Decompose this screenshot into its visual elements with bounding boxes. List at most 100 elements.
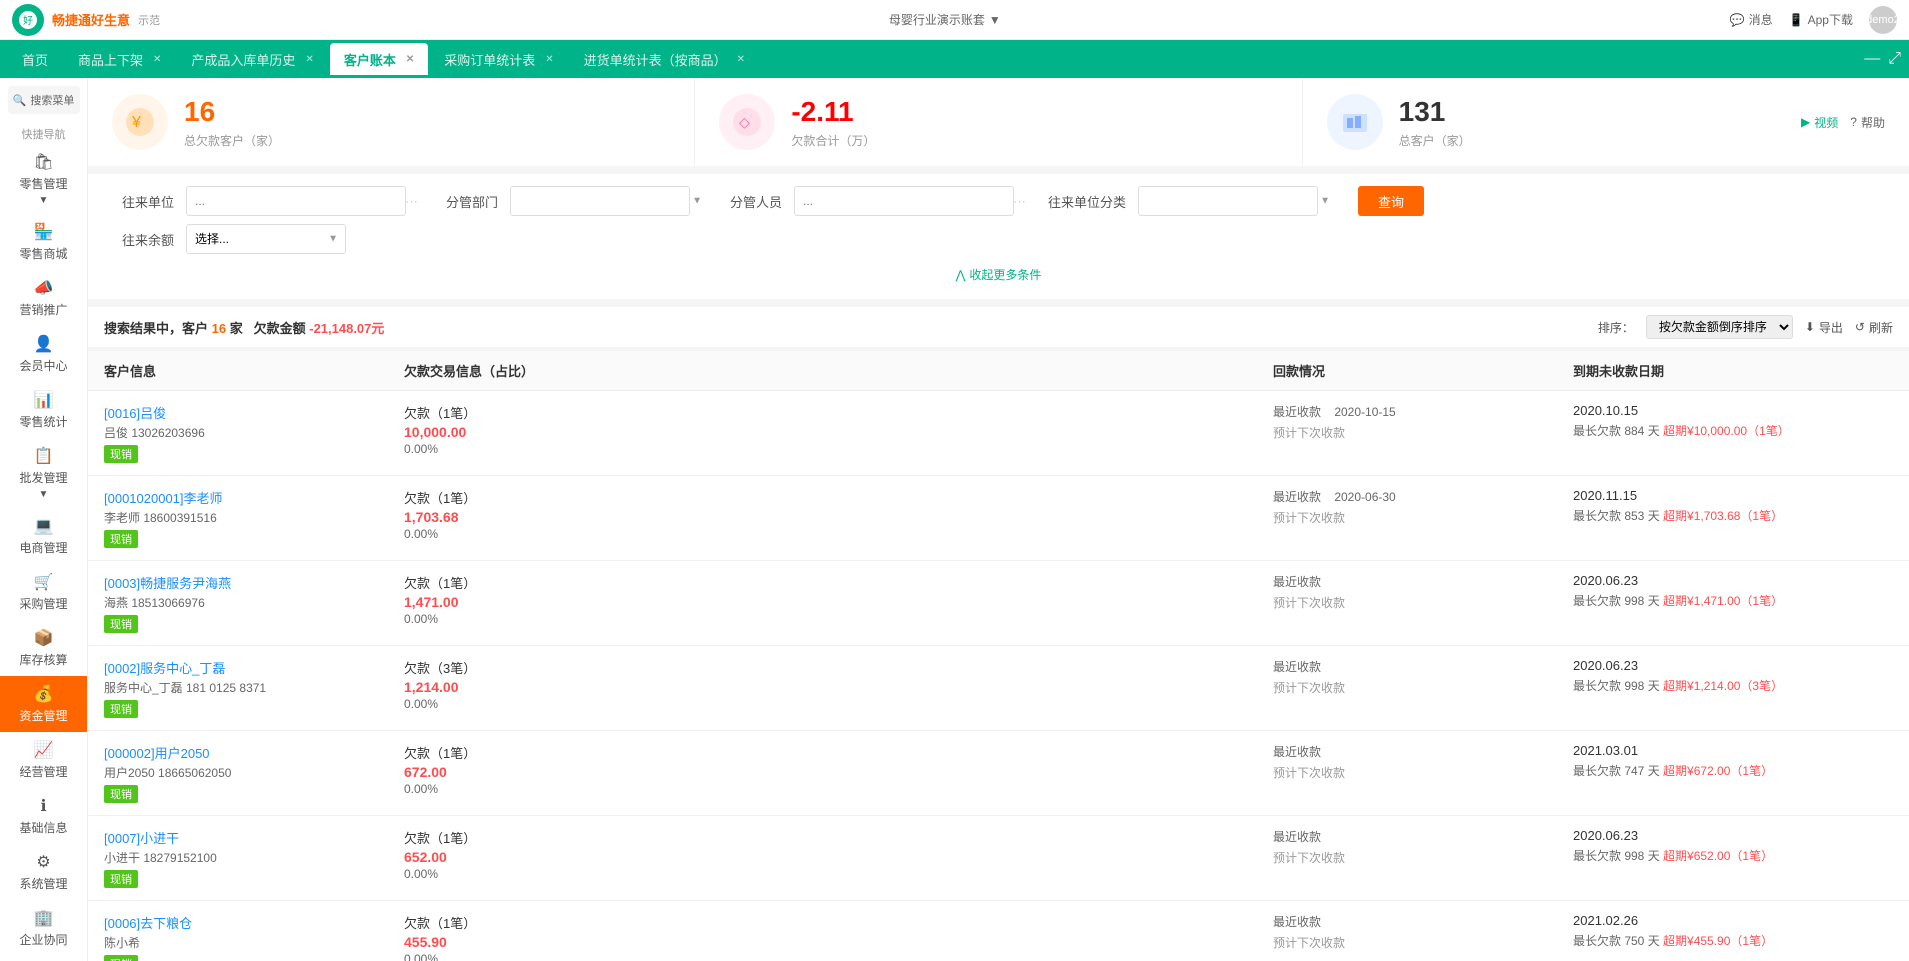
sidebar-item-operations[interactable]: 📈 经营管理 (0, 732, 87, 788)
next-payment-1: 预计下次收款 (1273, 424, 1573, 441)
customer-name-5[interactable]: [000002]用户2050 (104, 743, 404, 762)
customer-tag-6: 现销 (104, 870, 138, 888)
user-avatar[interactable]: demo2 (1869, 6, 1897, 34)
last-payment-1: 最近收款 2020-10-15 (1273, 403, 1573, 420)
sidebar-item-system[interactable]: ⚙ 系统管理 (0, 844, 87, 900)
debt-info-6: 欠款（1笔） 652.00 0.00% (404, 828, 1273, 881)
tab-purchase-stats-close[interactable]: ✕ (737, 54, 745, 65)
overdue-link-2[interactable]: 超期¥1,703.68（1笔） (1663, 509, 1783, 523)
tab-home-label: 首页 (22, 50, 48, 69)
overdue-days-7: 最长欠款 750 天 超期¥455.90（1笔） (1573, 932, 1893, 949)
customer-name-2[interactable]: [0001020001]李老师 (104, 488, 404, 507)
sort-select[interactable]: 按欠款金额倒序排序 (1646, 315, 1793, 339)
result-summary: 搜索结果中，客户 16 家 欠款金额 -21,148.07元 (104, 318, 384, 337)
customer-name-1[interactable]: [0016]吕俊 (104, 403, 404, 422)
tab-product-shelf[interactable]: 商品上下架 ✕ (64, 43, 175, 75)
overdue-info-1: 2020.10.15 最长欠款 884 天 超期¥10,000.00（1笔） (1573, 403, 1893, 439)
tab-purchase-order[interactable]: 采购订单统计表 ✕ (430, 43, 567, 75)
overdue-link-3[interactable]: 超期¥1,471.00（1笔） (1663, 594, 1783, 608)
overdue-days-5: 最长欠款 747 天 超期¥672.00（1笔） (1573, 762, 1893, 779)
store-selector[interactable]: 母婴行业演示账套 ▼ (889, 11, 1001, 28)
sidebar-item-retail-stats[interactable]: 📊 零售统计 (0, 382, 87, 438)
tab-purchase-stats[interactable]: 进货单统计表（按商品） ✕ (570, 43, 759, 75)
due-date-2: 2020.11.15 (1573, 488, 1893, 503)
customer-name-4[interactable]: [0002]服务中心_丁磊 (104, 658, 404, 677)
balance-select[interactable]: 选择... (186, 224, 346, 254)
sidebar-item-ecommerce[interactable]: 💻 电商管理 (0, 508, 87, 564)
overdue-days-3: 最长欠款 998 天 超期¥1,471.00（1笔） (1573, 592, 1893, 609)
help-btn[interactable]: ? 帮助 (1850, 114, 1885, 131)
tab-purchase-order-close[interactable]: ✕ (545, 54, 553, 65)
table-row: [0001020001]李老师 李老师 18600391516 现销 欠款（1笔… (88, 476, 1909, 561)
retail-mgmt-icon: 🛍 (33, 152, 53, 172)
due-date-6: 2020.06.23 (1573, 828, 1893, 843)
debt-info-2: 欠款（1笔） 1,703.68 0.00% (404, 488, 1273, 541)
overdue-link-4[interactable]: 超期¥1,214.00（3笔） (1663, 679, 1783, 693)
export-btn[interactable]: ⬇ 导出 (1805, 319, 1843, 336)
due-date-5: 2021.03.01 (1573, 743, 1893, 758)
main-layout: 🔍 搜索菜单 快捷导航 🛍 零售管理 ▼ 🏪 零售商城 📣 营销推广 👤 会员中… (0, 78, 1909, 961)
sidebar-item-marketing[interactable]: 📣 营销推广 (0, 270, 87, 326)
tab-product-shelf-close[interactable]: ✕ (153, 54, 161, 65)
app-download-btn[interactable]: 📱 App下载 (1789, 11, 1853, 28)
manager-label: 分管人员 (722, 192, 782, 211)
sidebar-item-inventory[interactable]: 📦 库存核算 (0, 620, 87, 676)
customer-name-3[interactable]: [0003]畅捷服务尹海燕 (104, 573, 404, 592)
table-row: [0016]吕俊 吕俊 13026203696 现销 欠款（1笔） 10,000… (88, 391, 1909, 476)
search-button[interactable]: 查询 (1358, 186, 1424, 216)
sidebar-item-newbie[interactable]: 🔰 新手引导 (0, 956, 87, 961)
dept-dropdown-icon: ▼ (692, 196, 702, 207)
tab-customer-account-close[interactable]: ✕ (406, 54, 414, 65)
tab-product-history[interactable]: 产成品入库单历史 ✕ (177, 43, 327, 75)
overdue-info-2: 2020.11.15 最长欠款 853 天 超期¥1,703.68（1笔） (1573, 488, 1893, 524)
manager-input[interactable] (794, 186, 1014, 216)
customer-name-7[interactable]: [0006]去下粮仓 (104, 913, 404, 932)
customer-tag-3: 现销 (104, 615, 138, 633)
unit-category-select[interactable] (1138, 186, 1318, 216)
sidebar: 🔍 搜索菜单 快捷导航 🛍 零售管理 ▼ 🏪 零售商城 📣 营销推广 👤 会员中… (0, 78, 88, 961)
dept-select[interactable] (510, 186, 690, 216)
sidebar-search: 🔍 搜索菜单 (0, 78, 87, 122)
sidebar-item-enterprise[interactable]: 🏢 企业协同 (0, 900, 87, 956)
window-maximize-icon[interactable]: ⤢ (1888, 50, 1901, 68)
sidebar-item-purchase[interactable]: 🛒 采购管理 (0, 564, 87, 620)
source-unit-input[interactable] (186, 186, 406, 216)
sidebar-item-finance[interactable]: 💰 资金管理 (0, 676, 87, 732)
tab-customer-account[interactable]: 客户账本 ✕ (330, 43, 428, 75)
overdue-days-2: 最长欠款 853 天 超期¥1,703.68（1笔） (1573, 507, 1893, 524)
search-menu-btn[interactable]: 🔍 搜索菜单 (8, 86, 80, 114)
overdue-link-1[interactable]: 超期¥10,000.00（1笔） (1663, 424, 1790, 438)
due-date-4: 2020.06.23 (1573, 658, 1893, 673)
sort-label: 排序： (1598, 319, 1634, 336)
overdue-link-5[interactable]: 超期¥672.00（1笔） (1663, 764, 1773, 778)
basic-info-icon: ℹ (40, 796, 46, 816)
customer-info-7: [0006]去下粮仓 陈小希 现销 (104, 913, 404, 961)
video-btn[interactable]: ▶ 视频 (1801, 114, 1838, 131)
next-payment-7: 预计下次收款 (1273, 934, 1573, 951)
debt-info-3: 欠款（1笔） 1,471.00 0.00% (404, 573, 1273, 626)
result-info: 搜索结果中，客户 16 家 欠款金额 -21,148.07元 排序： 按欠款金额… (88, 307, 1909, 347)
sidebar-item-member[interactable]: 👤 会员中心 (0, 326, 87, 382)
repay-info-1: 最近收款 2020-10-15 预计下次收款 (1273, 403, 1573, 441)
batch-mgmt-icon: 📋 (34, 446, 54, 466)
debt-count-4: 欠款（3笔） (404, 658, 1273, 677)
sidebar-item-batch-mgmt[interactable]: 📋 批发管理 ▼ (0, 438, 87, 508)
collapse-btn[interactable]: ⋀ 收起更多条件 (108, 266, 1889, 283)
overdue-link-7[interactable]: 超期¥455.90（1笔） (1663, 934, 1773, 948)
col-header-repay: 回款情况 (1273, 361, 1573, 380)
messages-btn[interactable]: 💬 消息 (1730, 11, 1773, 28)
sidebar-item-retail-mall[interactable]: 🏪 零售商城 (0, 214, 87, 270)
refresh-btn[interactable]: ↺ 刷新 (1855, 319, 1893, 336)
table-row: [000002]用户2050 用户2050 18665062050 现销 欠款（… (88, 731, 1909, 816)
sidebar-item-basic-info[interactable]: ℹ 基础信息 (0, 788, 87, 844)
tab-product-history-close[interactable]: ✕ (305, 54, 313, 65)
window-minimize-icon[interactable]: — (1864, 50, 1880, 68)
tab-home[interactable]: 首页 (8, 43, 62, 75)
next-payment-3: 预计下次收款 (1273, 594, 1573, 611)
overdue-link-6[interactable]: 超期¥652.00（1笔） (1663, 849, 1773, 863)
quick-nav-label: 快捷导航 (0, 122, 87, 144)
sidebar-item-retail-mgmt[interactable]: 🛍 零售管理 ▼ (0, 144, 87, 214)
store-dropdown-icon: ▼ (989, 13, 1001, 27)
operations-icon: 📈 (34, 740, 54, 760)
customer-name-6[interactable]: [0007]小进干 (104, 828, 404, 847)
